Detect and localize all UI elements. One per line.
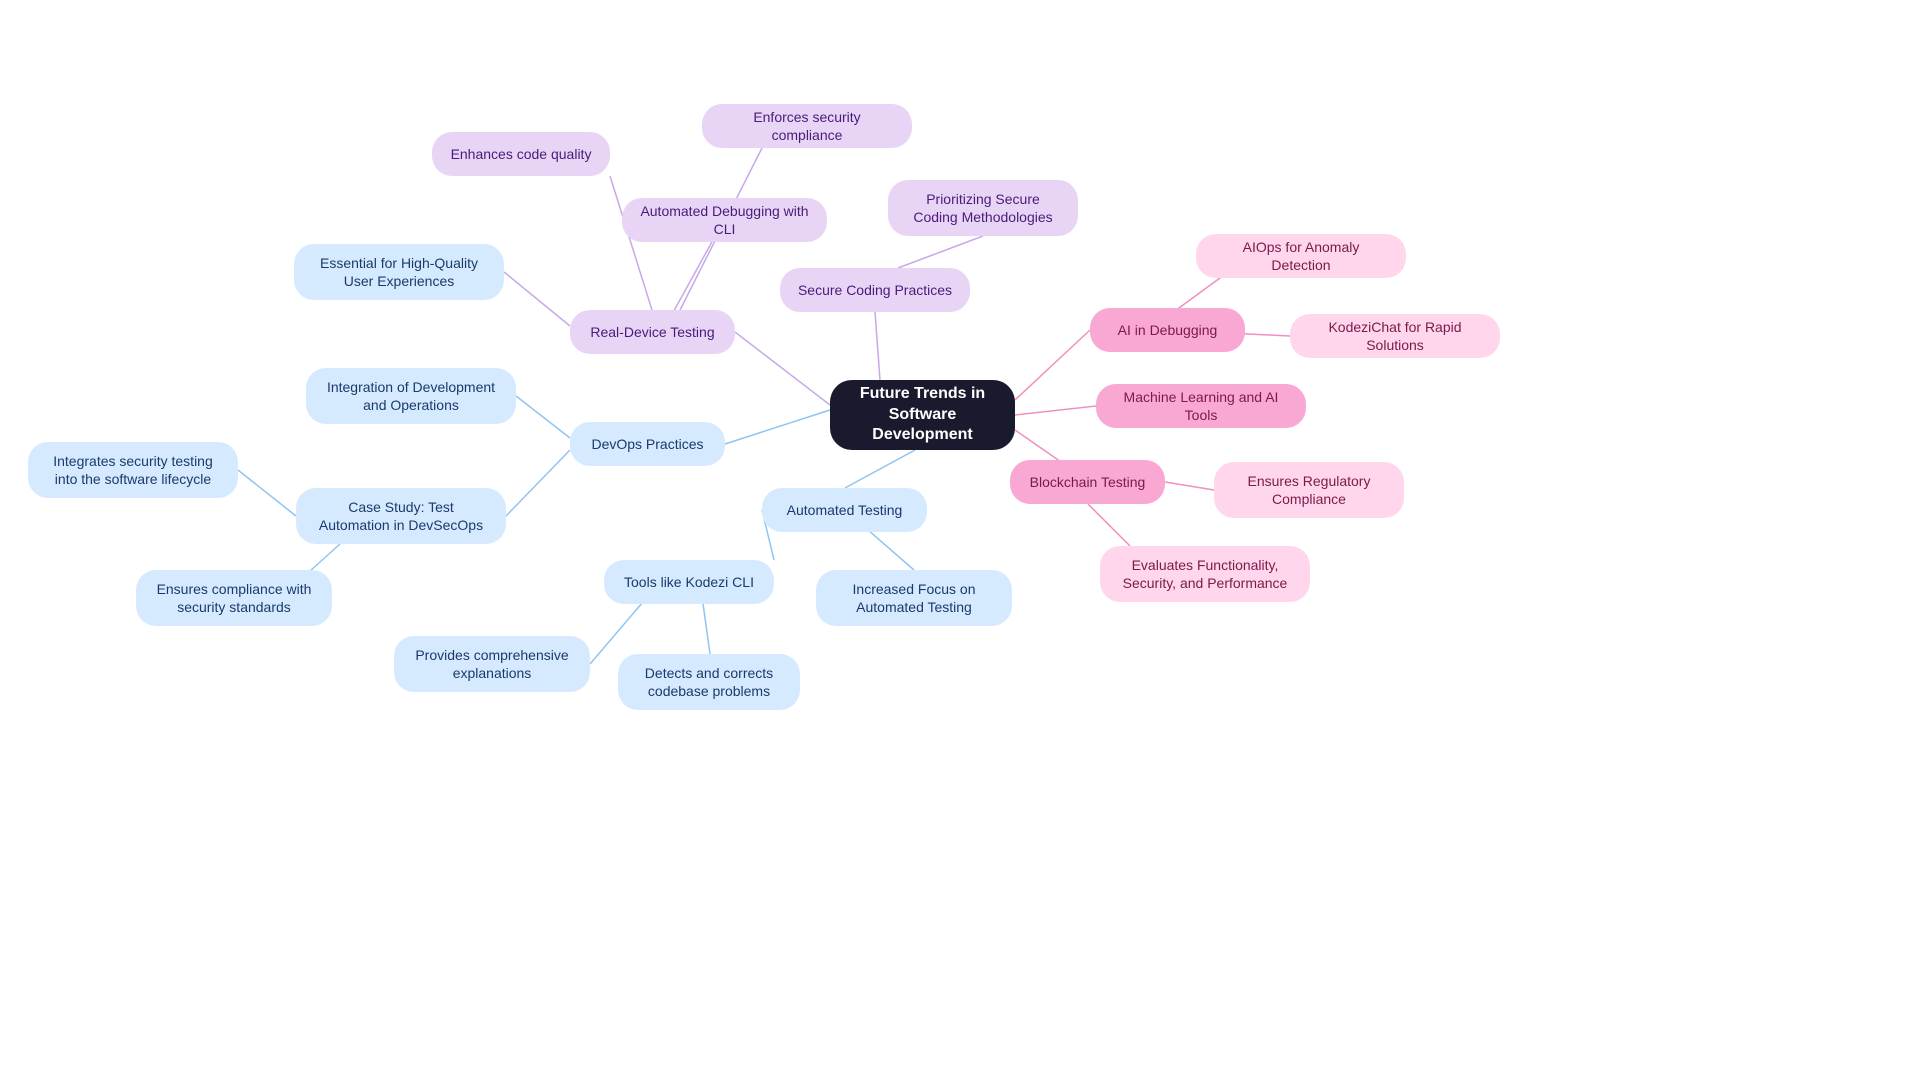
blockchain-testing-node: Blockchain Testing	[1010, 460, 1165, 504]
secure-coding-practices-node: Secure Coding Practices	[780, 268, 970, 312]
machine-learning-ai-tools-node: Machine Learning and AI Tools	[1096, 384, 1306, 428]
increased-focus-automated-node: Increased Focus on Automated Testing	[816, 570, 1012, 626]
integration-devops-node: Integration of Development and Operation…	[306, 368, 516, 424]
ensures-regulatory-compliance-node: Ensures Regulatory Compliance	[1214, 462, 1404, 518]
case-study-devsecops-node: Case Study: Test Automation in DevSecOps	[296, 488, 506, 544]
automated-debugging-cli-node: Automated Debugging with CLI	[622, 198, 827, 242]
provides-comprehensive-node: Provides comprehensive explanations	[394, 636, 590, 692]
evaluates-functionality-node: Evaluates Functionality, Security, and P…	[1100, 546, 1310, 602]
essential-high-quality-node: Essential for High-Quality User Experien…	[294, 244, 504, 300]
center-node: Future Trends in Software Development	[830, 380, 1015, 450]
ensures-compliance-security-node: Ensures compliance with security standar…	[136, 570, 332, 626]
aiops-anomaly-detection-node: AIOps for Anomaly Detection	[1196, 234, 1406, 278]
enforces-security-compliance-node: Enforces security compliance	[702, 104, 912, 148]
ai-in-debugging-node: AI in Debugging	[1090, 308, 1245, 352]
automated-testing-node: Automated Testing	[762, 488, 927, 532]
prioritizing-secure-coding-node: Prioritizing Secure Coding Methodologies	[888, 180, 1078, 236]
enhances-code-quality-node: Enhances code quality	[432, 132, 610, 176]
integrates-security-testing-node: Integrates security testing into the sof…	[28, 442, 238, 498]
real-device-testing-node: Real-Device Testing	[570, 310, 735, 354]
detects-corrects-node: Detects and corrects codebase problems	[618, 654, 800, 710]
devops-practices-node: DevOps Practices	[570, 422, 725, 466]
tools-kodezi-cli-node: Tools like Kodezi CLI	[604, 560, 774, 604]
kodezi-chat-rapid-node: KodeziChat for Rapid Solutions	[1290, 314, 1500, 358]
